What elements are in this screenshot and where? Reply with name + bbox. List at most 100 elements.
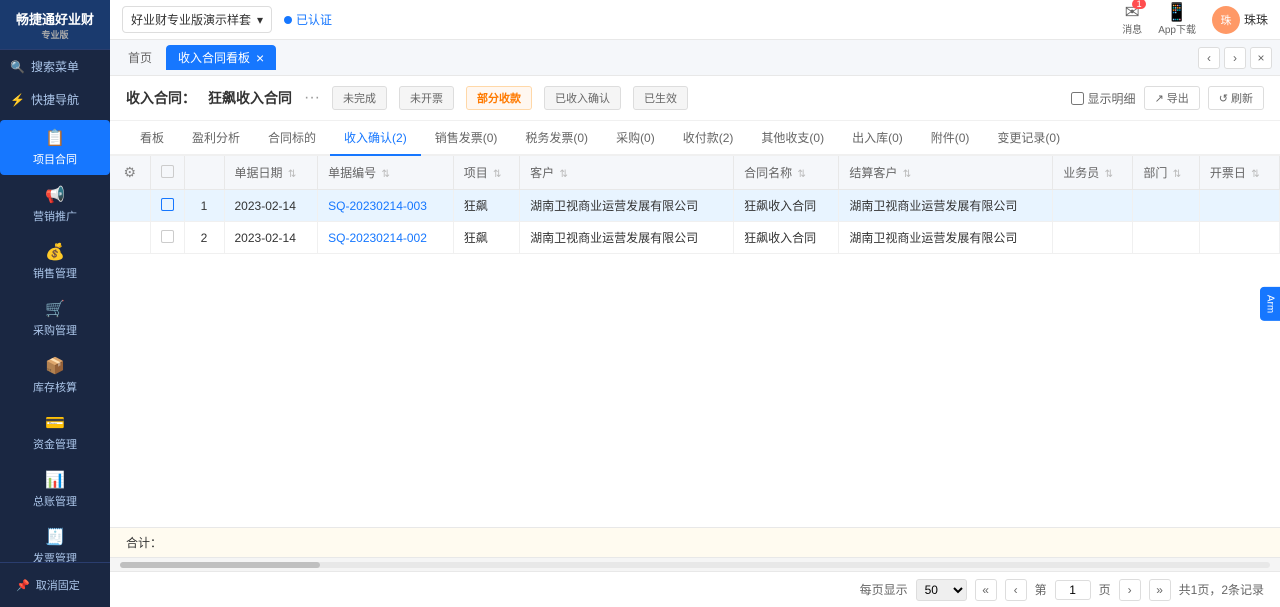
sidebar-item-label: 营销推广 — [33, 208, 77, 224]
tab-close-all-button[interactable]: × — [1250, 47, 1272, 69]
tab-payment[interactable]: 收付款(2) — [669, 121, 748, 156]
tab-attachment[interactable]: 附件(0) — [917, 121, 984, 156]
sidebar-item-inventory[interactable]: 📦 库存核算 — [0, 348, 110, 403]
col-number-header[interactable]: 单据编号 ⇅ — [318, 156, 454, 190]
tab-kanban[interactable]: 看板 — [126, 121, 178, 156]
col-end-customer-header[interactable]: 结算客户 ⇅ — [839, 156, 1053, 190]
sort-dept-icon: ⇅ — [1173, 169, 1181, 180]
row1-number-link[interactable]: SQ-20230214-003 — [328, 199, 427, 213]
status-active-button[interactable]: 已生效 — [633, 86, 688, 110]
data-table: ⚙ 单据日期 ⇅ 单据编号 ⇅ — [110, 156, 1280, 254]
sort-customer-icon: ⇅ — [560, 169, 568, 180]
col-contract-header[interactable]: 合同名称 ⇅ — [734, 156, 839, 190]
more-options-button[interactable]: ··· — [304, 89, 320, 107]
sidebar-item-marketing[interactable]: 📢 营销推广 — [0, 177, 110, 232]
select-all-checkbox[interactable] — [161, 165, 174, 178]
per-page-select[interactable]: 20 50 100 — [916, 579, 967, 601]
tab-profit[interactable]: 盈利分析 — [178, 121, 254, 156]
show-detail-checkbox[interactable] — [1071, 92, 1084, 105]
tab-tax-invoice[interactable]: 税务发票(0) — [511, 121, 602, 156]
row1-number[interactable]: SQ-20230214-003 — [318, 190, 454, 222]
contract-header: 收入合同： 狂飙收入合同 ··· 未完成 未开票 部分收款 已收入确认 已生效 … — [110, 76, 1280, 121]
page-input[interactable] — [1055, 580, 1091, 600]
scrollbar-track[interactable] — [120, 562, 1270, 568]
org-selector[interactable]: 好业财专业版演示样套 ▾ — [122, 6, 272, 33]
scrollbar-thumb[interactable] — [120, 562, 320, 568]
col-dept-label: 部门 — [1143, 166, 1167, 180]
sidebar-item-purchase[interactable]: 🛒 采购管理 — [0, 291, 110, 346]
total-label: 合计： — [126, 534, 162, 551]
right-float-panel: Arm — [1260, 286, 1280, 320]
sidebar-item-label: 总账管理 — [33, 493, 77, 509]
next-page-button[interactable]: › — [1119, 579, 1141, 601]
search-menu-item[interactable]: 🔍 搜索菜单 — [0, 50, 110, 83]
prev-page-button[interactable]: ‹ — [1005, 579, 1027, 601]
col-contract-label: 合同名称 — [744, 166, 792, 180]
status-incomplete-button[interactable]: 未完成 — [332, 86, 387, 110]
row1-checkbox[interactable] — [161, 198, 174, 211]
last-page-button[interactable]: » — [1149, 579, 1171, 601]
sidebar-item-fund[interactable]: 💳 资金管理 — [0, 405, 110, 460]
tab-other-income[interactable]: 其他收支(0) — [747, 121, 838, 156]
export-button[interactable]: ↗ 导出 — [1144, 86, 1200, 110]
col-open-date-header[interactable]: 开票日 ⇅ — [1199, 156, 1279, 190]
app-type: 专业版 — [41, 28, 68, 41]
unpin-button[interactable]: 📌 取消固定 — [8, 571, 102, 599]
row2-number[interactable]: SQ-20230214-002 — [318, 222, 454, 254]
topbar-right: ✉ 消息 1 📱 App下载 珠 珠珠 — [1122, 3, 1268, 36]
row1-checkbox-cell[interactable] — [150, 190, 184, 222]
tab-prev-button[interactable]: ‹ — [1198, 47, 1220, 69]
table-row[interactable]: 1 2023-02-14 SQ-20230214-003 狂飙 湖南卫视商业运营… — [110, 190, 1280, 222]
sidebar-item-invoice[interactable]: 🧾 发票管理 — [0, 519, 110, 562]
sales-icon: 💰 — [45, 242, 65, 262]
tab-sales-invoice[interactable]: 销售发票(0) — [421, 121, 512, 156]
message-button[interactable]: ✉ 消息 1 — [1122, 3, 1142, 36]
sort-project-icon: ⇅ — [493, 169, 501, 180]
arm-float-button[interactable]: Arm — [1260, 286, 1280, 320]
row2-date: 2023-02-14 — [224, 222, 318, 254]
col-customer-header[interactable]: 客户 ⇅ — [520, 156, 734, 190]
home-tab[interactable]: 首页 — [118, 45, 162, 70]
active-tab[interactable]: 收入合同看板 × — [166, 45, 276, 70]
sidebar-logo: 畅捷通好业财 专业版 — [0, 0, 110, 50]
tab-contract-subject[interactable]: 合同标的 — [254, 121, 330, 156]
col-setting[interactable]: ⚙ — [110, 156, 150, 190]
status-partial-button[interactable]: 部分收款 — [466, 86, 532, 110]
row2-salesperson — [1053, 222, 1133, 254]
quick-nav-item[interactable]: ⚡ 快捷导航 — [0, 83, 110, 116]
user-menu[interactable]: 珠 珠珠 — [1212, 6, 1268, 34]
col-dept-header[interactable]: 部门 ⇅ — [1133, 156, 1199, 190]
show-detail-checkbox-label[interactable]: 显示明细 — [1071, 90, 1136, 107]
refresh-label: 刷新 — [1231, 90, 1253, 106]
tab-change-log[interactable]: 变更记录(0) — [983, 121, 1074, 156]
sort-date-icon: ⇅ — [288, 169, 296, 180]
org-name: 好业财专业版演示样套 — [131, 11, 251, 28]
sidebar-item-general[interactable]: 📊 总账管理 — [0, 462, 110, 517]
general-icon: 📊 — [45, 470, 65, 490]
sidebar-item-project[interactable]: 📋 项目合同 — [0, 120, 110, 175]
tab-next-button[interactable]: › — [1224, 47, 1246, 69]
topbar: 好业财专业版演示样套 ▾ 已认证 ✉ 消息 1 📱 App下载 珠 珠珠 — [110, 0, 1280, 40]
user-name: 珠珠 — [1244, 11, 1268, 28]
sidebar-item-label: 销售管理 — [33, 265, 77, 281]
table-row[interactable]: 2 2023-02-14 SQ-20230214-002 狂飙 湖南卫视商业运营… — [110, 222, 1280, 254]
row2-checkbox-cell[interactable] — [150, 222, 184, 254]
tab-revenue-confirm[interactable]: 收入确认(2) — [330, 121, 421, 156]
row2-checkbox[interactable] — [161, 230, 174, 243]
project-icon: 📋 — [45, 128, 65, 148]
tab-purchase[interactable]: 采购(0) — [602, 121, 669, 156]
tab-warehouse[interactable]: 出入库(0) — [838, 121, 917, 156]
status-confirmed-button[interactable]: 已收入确认 — [544, 86, 621, 110]
first-page-button[interactable]: « — [975, 579, 997, 601]
close-tab-button[interactable]: × — [256, 51, 264, 65]
scrollbar-area[interactable] — [110, 557, 1280, 571]
col-date-header[interactable]: 单据日期 ⇅ — [224, 156, 318, 190]
status-uninvoiced-button[interactable]: 未开票 — [399, 86, 454, 110]
col-project-header[interactable]: 项目 ⇅ — [453, 156, 519, 190]
app-download-button[interactable]: 📱 App下载 — [1158, 3, 1196, 36]
row2-number-link[interactable]: SQ-20230214-002 — [328, 231, 427, 245]
column-setting-icon[interactable]: ⚙ — [123, 164, 136, 180]
col-salesperson-header[interactable]: 业务员 ⇅ — [1053, 156, 1133, 190]
sidebar-item-sales[interactable]: 💰 销售管理 — [0, 234, 110, 289]
refresh-button[interactable]: ↺ 刷新 — [1208, 86, 1264, 110]
